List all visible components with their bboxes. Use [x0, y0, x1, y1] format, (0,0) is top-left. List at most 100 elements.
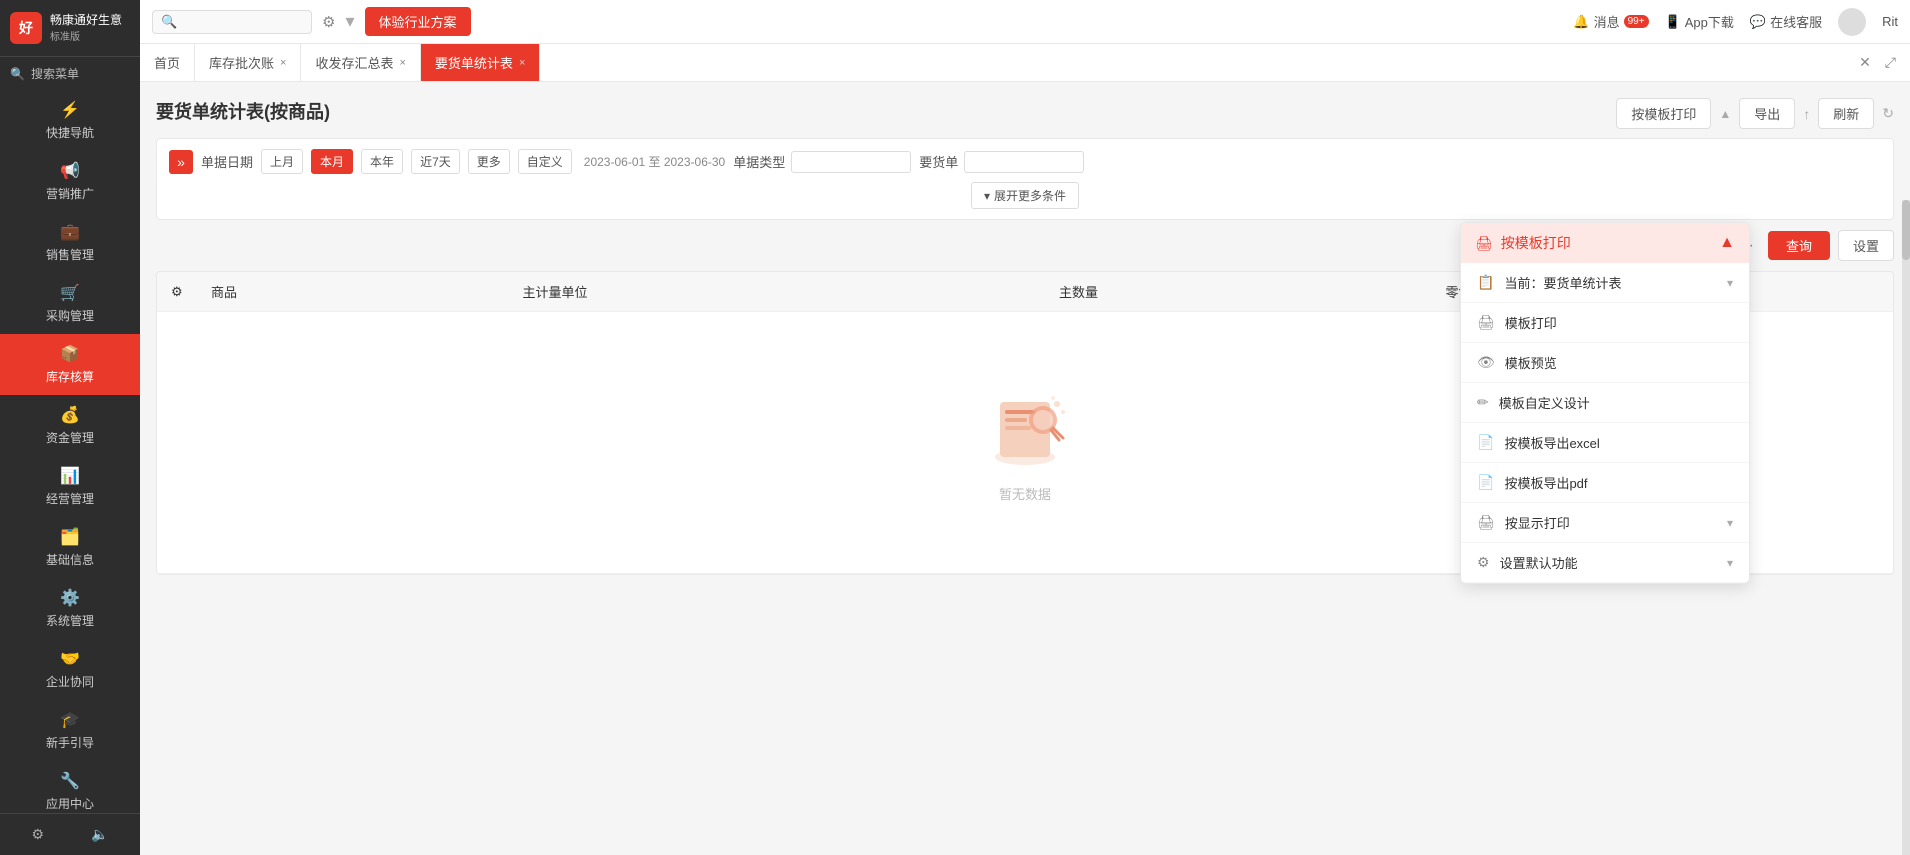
export-button[interactable]: 导出: [1739, 98, 1795, 129]
sidebar-item-kuaijie[interactable]: ⚡ 快捷导航: [0, 90, 140, 151]
print-dropdown-close-icon[interactable]: ▲: [1719, 234, 1735, 252]
table-col-settings[interactable]: ⚙: [157, 272, 197, 312]
order-type-filter: 单据类型: [733, 151, 911, 173]
date-btn-this-month[interactable]: 本月: [311, 149, 353, 174]
tab-kucun-pizhang[interactable]: 库存批次账 ×: [195, 44, 301, 81]
template-print-item[interactable]: 🖨 模板打印: [1461, 303, 1749, 343]
topbar-dropdown-arrow: ▾: [345, 11, 354, 32]
filter-expand-button[interactable]: »: [169, 150, 193, 174]
caigou-icon: 🛒: [60, 283, 80, 303]
print-dropdown-toggle-arrow[interactable]: ▲: [1719, 107, 1731, 121]
yingxiao-icon: 📢: [60, 161, 80, 181]
sidebar-item-qiye[interactable]: 🤝 企业协同: [0, 639, 140, 700]
sidebar-item-label: 应用中心: [46, 795, 94, 812]
topbar-search-input[interactable]: [183, 15, 283, 29]
sound-bottom-icon[interactable]: 🔈: [87, 822, 112, 847]
template-pdf-item[interactable]: 📄 按模板导出pdf: [1461, 463, 1749, 503]
template-preview-item[interactable]: 👁 模板预览: [1461, 343, 1749, 383]
setting-button[interactable]: 设置: [1838, 230, 1894, 261]
sidebar-item-jingying[interactable]: 📊 经营管理: [0, 456, 140, 517]
settings-bottom-icon[interactable]: ⚙: [28, 822, 49, 847]
kucun-icon: 📦: [60, 344, 80, 364]
tab-kucun-pizhang-close[interactable]: ×: [280, 57, 286, 69]
sidebar-item-label: 快捷导航: [46, 124, 94, 141]
sidebar-search[interactable]: 🔍 搜索菜单: [0, 57, 140, 90]
template-preview-icon: 👁: [1477, 354, 1495, 371]
date-btn-7days[interactable]: 近7天: [411, 149, 460, 174]
order-type-select[interactable]: [791, 151, 911, 173]
sidebar: 好 畅康通好生意 标准版 🔍 搜索菜单 ⚡ 快捷导航 📢 营销推广 💼 销售管理…: [0, 0, 140, 855]
query-button[interactable]: 查询: [1768, 231, 1830, 260]
expand-more-button[interactable]: ▾ 展开更多条件: [971, 182, 1079, 209]
set-default-arrow: ▾: [1727, 556, 1733, 570]
set-default-left: ⚙ 设置默认功能: [1477, 553, 1578, 572]
sidebar-item-xiaoshou[interactable]: 💼 销售管理: [0, 212, 140, 273]
display-print-item[interactable]: 🖨 按显示打印 ▾: [1461, 503, 1749, 543]
tab-shoufashui[interactable]: 收发存汇总表 ×: [301, 44, 420, 81]
app-download-label: App下载: [1685, 12, 1734, 31]
notification-label: 消息: [1594, 12, 1620, 31]
tab-shoufashui-label: 收发存汇总表: [315, 53, 393, 72]
sidebar-logo: 好 畅康通好生意 标准版: [0, 0, 140, 57]
app-download-item[interactable]: 📱 App下载: [1665, 12, 1734, 31]
display-print-label: 按显示打印: [1505, 513, 1570, 532]
template-excel-item[interactable]: 📄 按模板导出excel: [1461, 423, 1749, 463]
sidebar-item-xitong[interactable]: ⚙️ 系统管理: [0, 578, 140, 639]
print-button[interactable]: 按模板打印: [1616, 98, 1711, 129]
topbar-search-box[interactable]: 🔍: [152, 10, 312, 34]
tab-home[interactable]: 首页: [140, 44, 195, 81]
display-print-left: 🖨 按显示打印: [1477, 513, 1570, 532]
topbar: 🔍 ⚙ ▾ 体验行业方案 🔔 消息 99+ 📱 App下载 💬 在线客服 Rit: [140, 0, 1910, 44]
empty-label: 暂无数据: [999, 484, 1051, 503]
online-service-item[interactable]: 💬 在线客服: [1750, 12, 1822, 31]
sidebar-item-zijin[interactable]: 💰 资金管理: [0, 395, 140, 456]
sidebar-item-label: 经营管理: [46, 490, 94, 507]
date-btn-more[interactable]: 更多: [468, 149, 510, 174]
sidebar-item-yingyong[interactable]: 🔧 应用中心: [0, 761, 140, 813]
yaohuo-select[interactable]: [964, 151, 1084, 173]
table-col-unit: 主计量单位: [509, 272, 1045, 312]
sidebar-item-xinshou[interactable]: 🎓 新手引导: [0, 700, 140, 761]
sidebar-item-yingxiao[interactable]: 📢 营销推广: [0, 151, 140, 212]
print-header-icon: 🖨: [1475, 235, 1493, 252]
sidebar-item-label: 系统管理: [46, 612, 94, 629]
yaohuo-label: 要货单: [919, 152, 958, 171]
date-btn-last-month[interactable]: 上月: [261, 149, 303, 174]
right-scrollbar[interactable]: [1902, 200, 1910, 855]
settings-icon[interactable]: ⚙: [171, 284, 183, 299]
print-dropdown: 🖨 按模板打印 ▲ 📋 当前：要货单统计表 ▾ 🖨 模板打印 👁 模板预览 ✏: [1460, 222, 1750, 584]
date-btn-this-year[interactable]: 本年: [361, 149, 403, 174]
trial-btn[interactable]: 体验行业方案: [365, 7, 471, 36]
tab-close-window-icon[interactable]: ✕: [1855, 50, 1875, 75]
set-default-item[interactable]: ⚙ 设置默认功能 ▾: [1461, 543, 1749, 583]
avatar[interactable]: [1838, 8, 1866, 36]
notification-item[interactable]: 🔔 消息 99+: [1573, 12, 1648, 31]
refresh-button[interactable]: 刷新: [1818, 98, 1874, 129]
tab-yaohuo[interactable]: 要货单统计表 ×: [421, 44, 540, 81]
app-name: 畅康通好生意: [50, 13, 122, 29]
expand-more-label: 展开更多条件: [994, 187, 1066, 204]
sidebar-search-label: 搜索菜单: [31, 65, 79, 82]
topbar-gear-icon[interactable]: ⚙: [322, 13, 335, 31]
qiye-icon: 🤝: [60, 649, 80, 669]
tabs-bar-right: ✕ ⤢: [1855, 50, 1910, 75]
jichu-icon: 🗂️: [60, 527, 80, 547]
current-template-item[interactable]: 📋 当前：要货单统计表 ▾: [1461, 263, 1749, 303]
date-btn-custom[interactable]: 自定义: [518, 149, 572, 174]
current-template-arrow: ▾: [1727, 276, 1733, 290]
filter-row: » 单据日期 上月 本月 本年 近7天 更多 自定义 2023-06-01 至 …: [169, 149, 1881, 174]
export-icon: ↑: [1803, 106, 1810, 122]
kuaijie-icon: ⚡: [60, 100, 80, 120]
tab-maximize-icon[interactable]: ⤢: [1881, 50, 1900, 75]
template-design-item[interactable]: ✏ 模板自定义设计: [1461, 383, 1749, 423]
online-service-label: 在线客服: [1770, 12, 1822, 31]
content-area: 要货单统计表(按商品) » 单据日期 上月 本月 本年 近7天 更多 自定义 2…: [140, 82, 1910, 855]
sidebar-item-kucun[interactable]: 📦 库存核算: [0, 334, 140, 395]
sidebar-item-jichu[interactable]: 🗂️ 基础信息: [0, 517, 140, 578]
tab-yaohuo-close[interactable]: ×: [519, 57, 525, 69]
sidebar-item-caigou[interactable]: 🛒 采购管理: [0, 273, 140, 334]
tab-shoufashui-close[interactable]: ×: [399, 57, 405, 69]
print-dropdown-header-left: 🖨 按模板打印: [1475, 233, 1571, 253]
tab-yaohuo-label: 要货单统计表: [435, 53, 513, 72]
template-pdf-icon: 📄: [1477, 474, 1494, 491]
